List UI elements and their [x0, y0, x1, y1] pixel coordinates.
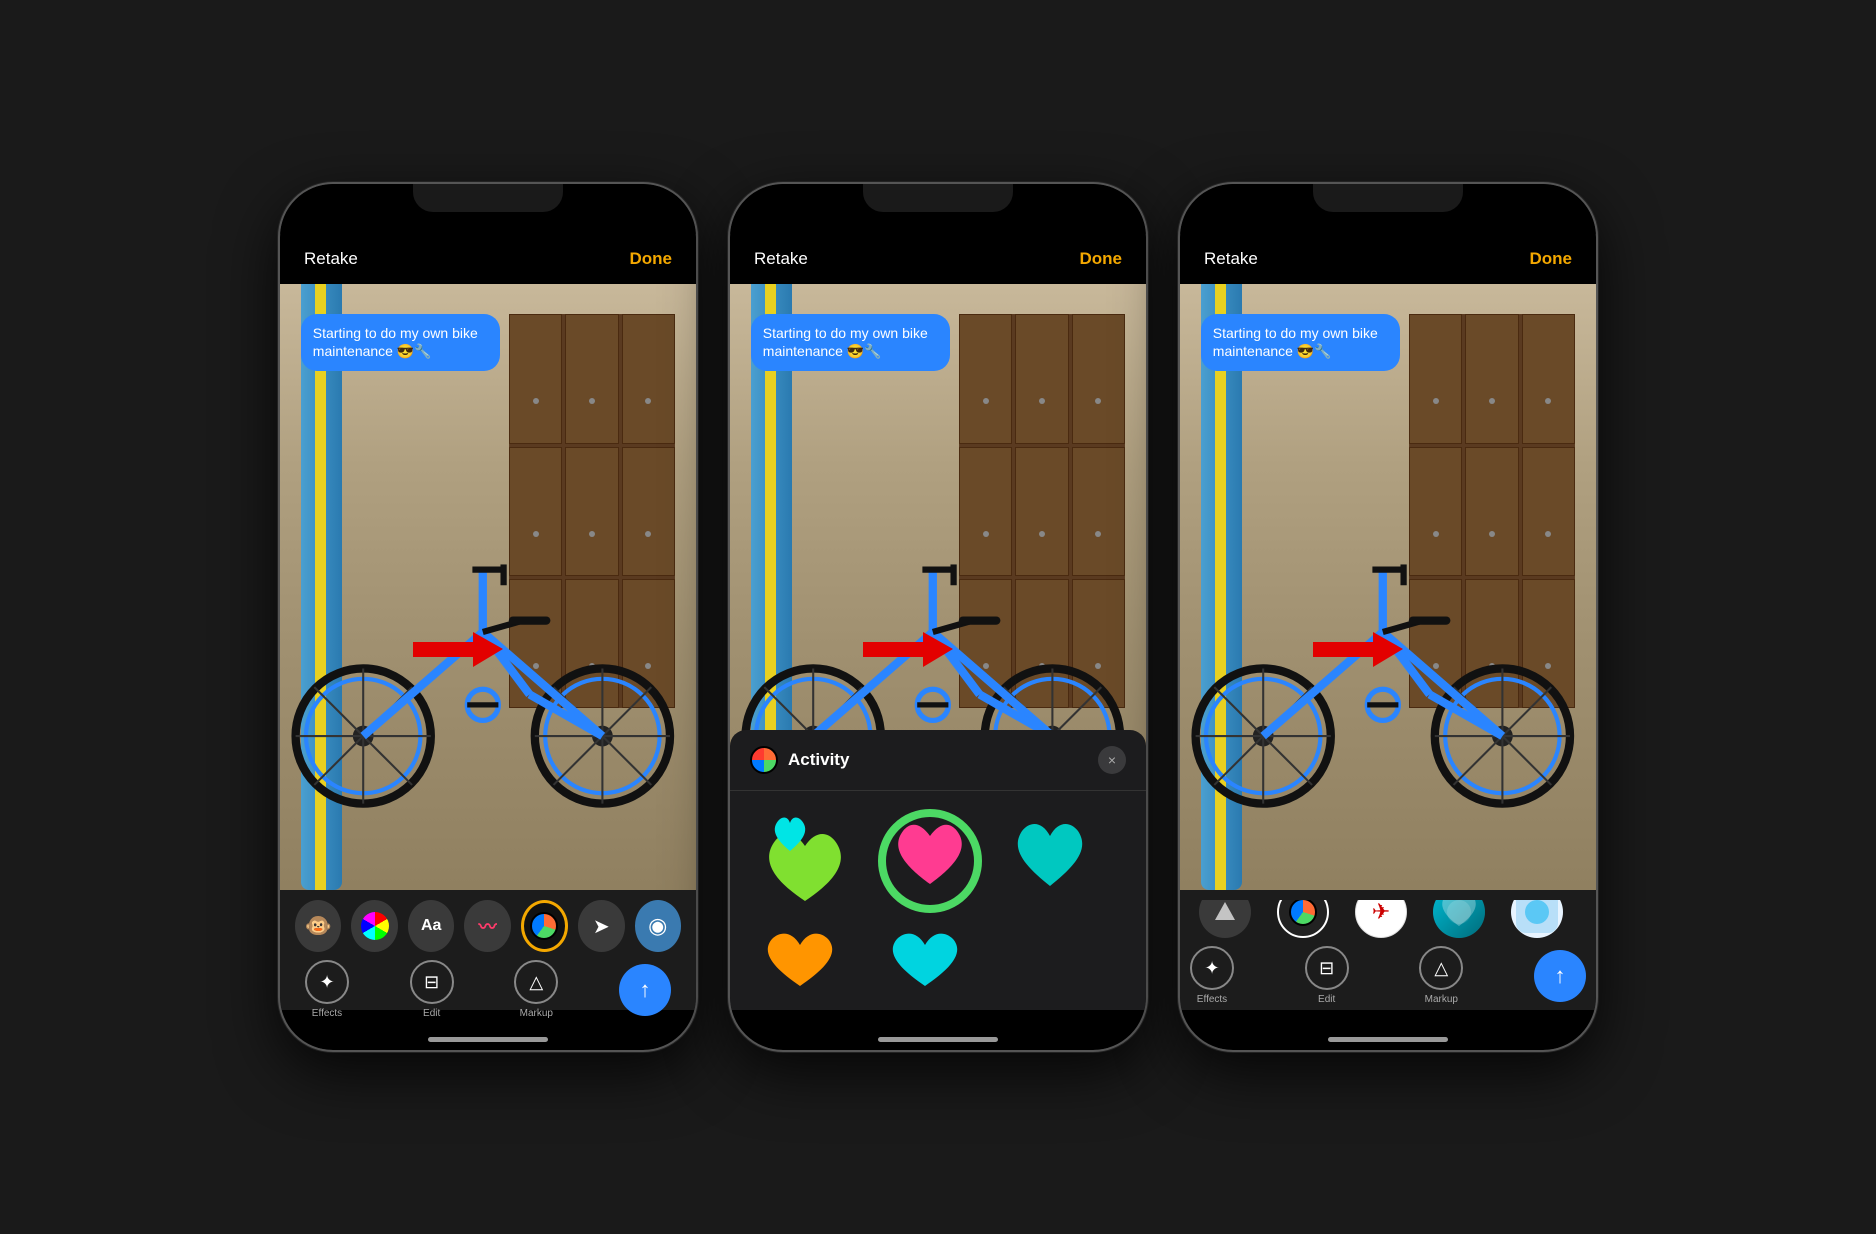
- bottom-toolbar-3: apes Activity American: [1180, 890, 1596, 1010]
- red-arrow-3: [1313, 632, 1403, 672]
- edit-label-1: Edit: [423, 1008, 440, 1019]
- markup-icon-3: △: [1419, 946, 1463, 990]
- phone-3-screen: Retake Done: [1180, 184, 1596, 1050]
- done-button-1[interactable]: Done: [630, 249, 673, 269]
- red-arrow-1: [413, 632, 503, 672]
- american-icon-wrap: [1355, 900, 1407, 938]
- phones-container: Retake Done: [278, 182, 1598, 1052]
- music-btn[interactable]: 〰: [464, 900, 510, 952]
- photo-area-1: Starting to do my own bike maintenance 😎…: [280, 284, 696, 890]
- activity-close-btn[interactable]: ×: [1098, 746, 1126, 774]
- crossy-sticker-svg: [1511, 900, 1563, 938]
- activity-sticker-5[interactable]: [875, 931, 985, 991]
- category-crossy[interactable]: Crossy l: [1502, 900, 1572, 938]
- american-flag-icon: [1355, 900, 1407, 938]
- edit-btn-3[interactable]: ⊟ Edit: [1305, 946, 1349, 1005]
- markup-btn-3[interactable]: △ Markup: [1419, 946, 1463, 1005]
- phone-3: Retake Done: [1178, 182, 1598, 1052]
- monkey-sticker-btn[interactable]: 🐵: [295, 900, 341, 952]
- phone-2-screen: Retake Done: [730, 184, 1146, 1050]
- category-sticker[interactable]: sticker: [1424, 900, 1494, 938]
- effects-btn-3[interactable]: ✦ Effects: [1190, 946, 1234, 1005]
- activity-panel: Activity ×: [730, 730, 1146, 1010]
- phone-1: Retake Done: [278, 182, 698, 1052]
- action-row-3: ✦ Effects ⊟ Edit △ Markup ↑: [1180, 946, 1596, 1005]
- activity-stickers-grid: [730, 791, 1146, 931]
- activity-sticker-2[interactable]: [875, 811, 985, 911]
- red-arrow-2: [863, 632, 953, 672]
- arrow-sticker-btn[interactable]: ➤: [578, 900, 624, 952]
- send-btn-1[interactable]: ↑: [619, 964, 671, 1016]
- effects-icon-1: ✦: [305, 960, 349, 1004]
- retake-button-2[interactable]: Retake: [754, 249, 808, 269]
- heart-sticker-svg-3: [1000, 811, 1100, 911]
- bike-photo-3: Starting to do my own bike maintenance 😎…: [1180, 284, 1596, 890]
- phone-3-nav: Retake Done: [1180, 234, 1596, 284]
- activity-panel-icon: [750, 746, 778, 774]
- edit-btn-1[interactable]: ⊟ Edit: [410, 960, 454, 1019]
- activity-sticker-4[interactable]: [750, 931, 860, 991]
- done-button-3[interactable]: Done: [1530, 249, 1573, 269]
- effects-label-1: Effects: [312, 1008, 342, 1019]
- activity-header: Activity ×: [730, 730, 1146, 791]
- teal-sticker-svg: [1433, 900, 1485, 938]
- markup-btn-1[interactable]: △ Markup: [514, 960, 558, 1019]
- heart-sticker-svg-5: [875, 931, 975, 1001]
- retake-button-3[interactable]: Retake: [1204, 249, 1258, 269]
- effects-btn-1[interactable]: ✦ Effects: [305, 960, 349, 1019]
- shapes-svg: [1211, 900, 1239, 926]
- crossy-sticker-icon: [1511, 900, 1563, 938]
- phone-1-nav: Retake Done: [280, 234, 696, 284]
- effects-label-3: Effects: [1197, 994, 1227, 1005]
- sticker-row-1: 🐵 Aa 〰 ➤: [295, 900, 681, 952]
- blue-circle-btn[interactable]: ◉: [635, 900, 681, 952]
- phone-2: Retake Done: [728, 182, 1148, 1052]
- shapes-icon: [1199, 900, 1251, 938]
- markup-label-1: Markup: [520, 1008, 553, 1019]
- teal-sticker-icon: [1433, 900, 1485, 938]
- heart-sticker-svg-1: [755, 811, 855, 911]
- heart-sticker-svg-2: [875, 806, 985, 916]
- category-american[interactable]: American: [1346, 900, 1416, 938]
- edit-icon-3: ⊟: [1305, 946, 1349, 990]
- send-btn-3[interactable]: ↑: [1534, 950, 1586, 1002]
- activity-icon-3: [1277, 900, 1329, 938]
- done-button-2[interactable]: Done: [1080, 249, 1123, 269]
- bike-photo-1: Starting to do my own bike maintenance 😎…: [280, 284, 696, 890]
- activity-sticker-3[interactable]: [1000, 811, 1100, 911]
- heart-sticker-svg-4: [750, 931, 850, 991]
- markup-label-3: Markup: [1425, 994, 1458, 1005]
- color-wheel-btn[interactable]: [351, 900, 397, 952]
- bottom-toolbar-1: 🐵 Aa 〰 ➤: [280, 890, 696, 1010]
- category-activity-3[interactable]: Activity: [1268, 900, 1338, 938]
- phone-2-nav: Retake Done: [730, 234, 1146, 284]
- crossy-icon-wrap: [1511, 900, 1563, 938]
- edit-icon-1: ⊟: [410, 960, 454, 1004]
- action-row-1: ✦ Effects ⊟ Edit △ Markup ↑: [295, 960, 681, 1019]
- activity-panel-title: Activity: [788, 750, 1098, 770]
- text-bubble-3: Starting to do my own bike maintenance 😎…: [1201, 314, 1401, 370]
- home-indicator-3: [1328, 1037, 1448, 1042]
- markup-icon-1: △: [514, 960, 558, 1004]
- edit-label-3: Edit: [1318, 994, 1335, 1005]
- category-scroll-3: apes Activity American: [1180, 900, 1596, 938]
- text-btn[interactable]: Aa: [408, 900, 454, 952]
- effects-icon-3: ✦: [1190, 946, 1234, 990]
- photo-area-3: Starting to do my own bike maintenance 😎…: [1180, 284, 1596, 890]
- home-indicator-2: [878, 1037, 998, 1042]
- home-indicator-1: [428, 1037, 548, 1042]
- text-bubble-1: Starting to do my own bike maintenance 😎…: [301, 314, 501, 370]
- phone-1-screen: Retake Done: [280, 184, 696, 1050]
- retake-button-1[interactable]: Retake: [304, 249, 358, 269]
- activity-btn-selected[interactable]: [521, 900, 568, 952]
- text-bubble-2: Starting to do my own bike maintenance 😎…: [751, 314, 951, 370]
- category-shapes[interactable]: apes: [1190, 900, 1260, 938]
- sticker-icon-wrap: [1433, 900, 1485, 938]
- activity-stickers-row2: [730, 931, 1146, 991]
- activity-sticker-1[interactable]: [750, 811, 860, 911]
